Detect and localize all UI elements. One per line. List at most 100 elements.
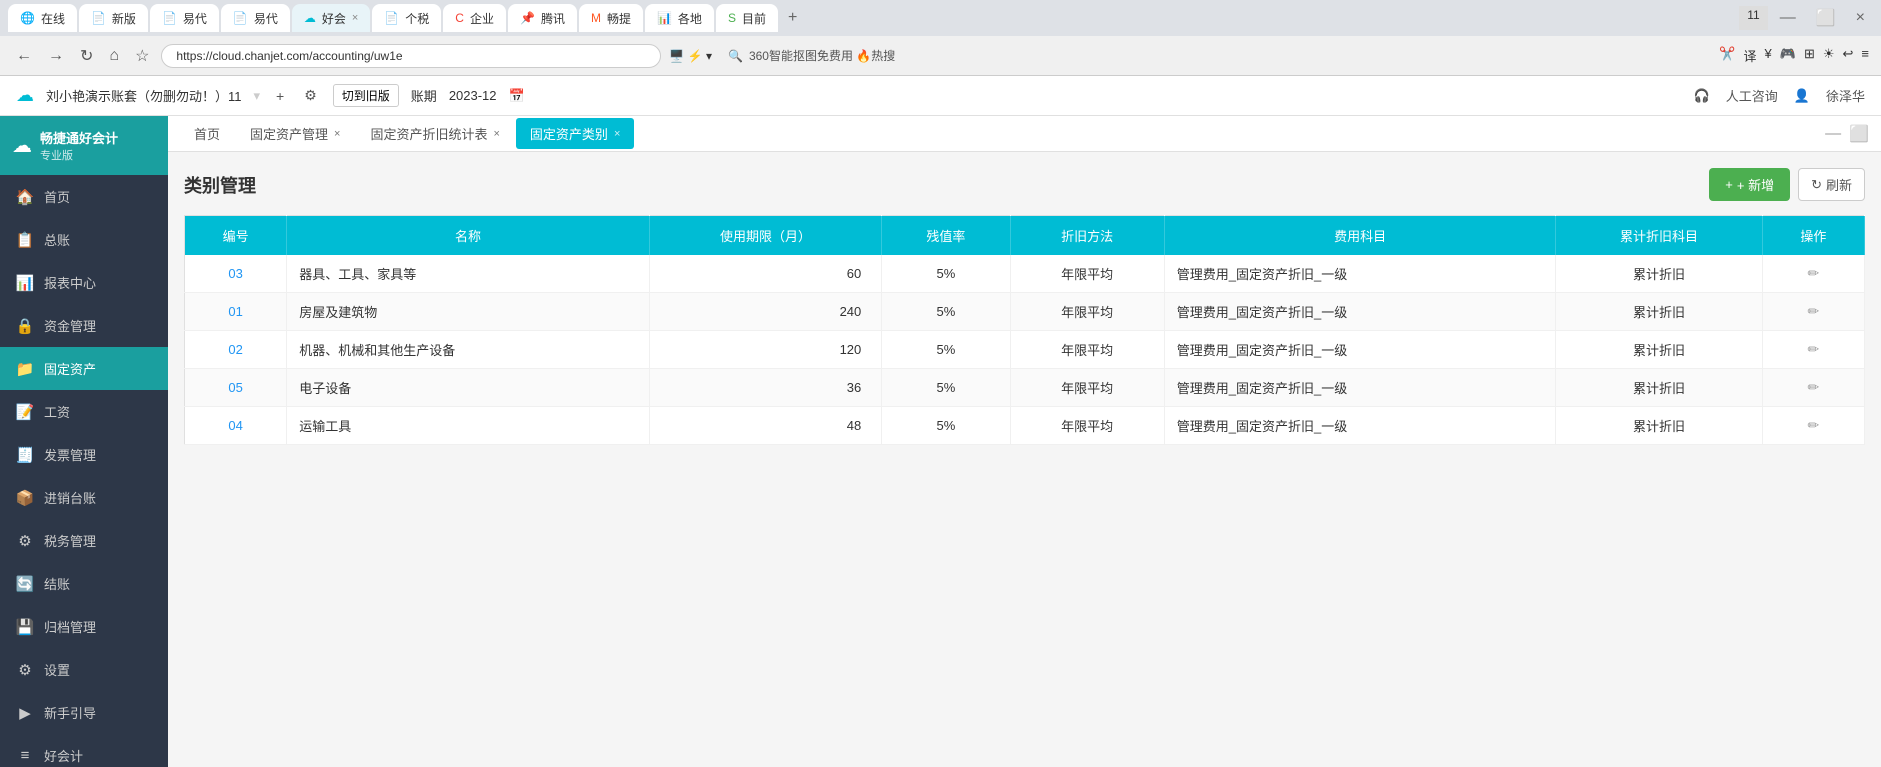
calendar-icon[interactable]: 📅 (509, 88, 525, 104)
browser-tab-yidai1[interactable]: 📄 易代 (150, 4, 219, 32)
sidebar: ☁ 畅捷通好会计 专业版 🏠 首页 📋 总账 📊 报表中心 🔒 资金管理 📁 固… (0, 116, 168, 767)
tab-close-haohui[interactable]: × (352, 12, 358, 24)
refresh-icon: ↻ (1811, 177, 1822, 193)
edit-icon-3[interactable]: ✏ (1808, 379, 1820, 395)
content-minimize-button[interactable]: — (1825, 124, 1841, 144)
sidebar-item-guide[interactable]: ▶ 新手引导 (0, 691, 168, 734)
page-tab-category-close[interactable]: × (614, 128, 620, 140)
customer-service-label[interactable]: 人工咨询 (1726, 86, 1778, 105)
cell-name-2: 机器、机械和其他生产设备 (287, 331, 650, 369)
browser-minimize-button[interactable]: — (1772, 6, 1804, 30)
browser-close-button[interactable]: × (1848, 6, 1873, 30)
archive-icon: 💾 (16, 618, 34, 636)
sidebar-label-settings: 设置 (44, 660, 70, 679)
star-button[interactable]: ☆ (131, 42, 153, 70)
browser-tab-muqian[interactable]: S 目前 (716, 4, 778, 32)
page-tab-fixed-mgmt-close[interactable]: × (334, 128, 340, 140)
table-row: 03 器具、工具、家具等 60 5% 年限平均 管理费用_固定资产折旧_一级 累… (185, 255, 1865, 293)
browser-maximize-button[interactable]: ⬜ (1808, 6, 1844, 30)
tab-count-badge[interactable]: 11 (1739, 6, 1767, 30)
cell-action-1[interactable]: ✏ (1762, 293, 1864, 331)
browser-tab-bar: 🌐 在线 📄 新版 📄 易代 📄 易代 ☁ 好会 × 📄 个税 C 企业 (0, 0, 1881, 36)
sidebar-item-ledger[interactable]: 📋 总账 (0, 218, 168, 261)
cell-accumulated-0: 累计折旧 (1556, 255, 1762, 293)
account-settings-button[interactable]: + (272, 84, 288, 108)
browser-tab-new[interactable]: 📄 新版 (79, 4, 148, 32)
home-button[interactable]: ⌂ (105, 43, 123, 69)
browser-tab-changte[interactable]: M 畅提 (579, 4, 643, 32)
browser-tab-online[interactable]: 🌐 在线 (8, 4, 77, 32)
add-button[interactable]: + + 新增 (1709, 168, 1790, 201)
customer-service-icon: 🎧 (1694, 88, 1710, 104)
browser-tab-gedi[interactable]: 📊 各地 (645, 4, 714, 32)
browser-tab-geshui[interactable]: 📄 个税 (372, 4, 441, 32)
sidebar-item-more[interactable]: ≡ 好会计 (0, 734, 168, 767)
cell-code-4[interactable]: 04 (185, 407, 287, 445)
sidebar-item-stock[interactable]: 📦 进销台账 (0, 476, 168, 519)
search-placeholder: 360智能抠图免费用 🔥热搜 (749, 47, 895, 64)
cell-accumulated-2: 累计折旧 (1556, 331, 1762, 369)
cell-code-2[interactable]: 02 (185, 331, 287, 369)
switch-version-button[interactable]: 切到旧版 (333, 84, 399, 107)
browser-tab-qiye[interactable]: C 企业 (443, 4, 506, 32)
page-tab-fixed-mgmt-label: 固定资产管理 (250, 124, 328, 143)
cell-months-2: 120 (649, 331, 881, 369)
logo-line2: 专业版 (40, 147, 118, 163)
sidebar-item-settings[interactable]: ⚙ 设置 (0, 648, 168, 691)
page-tab-fixed-mgmt[interactable]: 固定资产管理 × (236, 118, 354, 149)
sidebar-item-archive[interactable]: 💾 归档管理 (0, 605, 168, 648)
cell-code-0[interactable]: 03 (185, 255, 287, 293)
cell-code-3[interactable]: 05 (185, 369, 287, 407)
content-maximize-button[interactable]: ⬜ (1849, 124, 1869, 144)
stock-icon: 📦 (16, 489, 34, 507)
settings-icon: ⚙ (16, 661, 34, 679)
sidebar-logo: ☁ 畅捷通好会计 专业版 (0, 116, 168, 175)
address-bar: ← → ↻ ⌂ ☆ 🖥️ ⚡ ▾ 🔍 360智能抠图免费用 🔥热搜 ✂️ 译 ¥… (0, 36, 1881, 76)
page-tab-depreciation[interactable]: 固定资产折旧统计表 × (356, 118, 513, 149)
page-tab-category[interactable]: 固定资产类别 × (516, 118, 634, 149)
browser-tab-haohui[interactable]: ☁ 好会 × (292, 4, 370, 32)
browser-tab-yidai2[interactable]: 📄 易代 (221, 4, 290, 32)
sidebar-item-reports[interactable]: 📊 报表中心 (0, 261, 168, 304)
page-tab-window-controls: — ⬜ (1825, 124, 1869, 144)
undo-icon: ↩ (1843, 46, 1854, 65)
sidebar-item-invoice[interactable]: 🧾 发票管理 (0, 433, 168, 476)
sidebar-item-funds[interactable]: 🔒 资金管理 (0, 304, 168, 347)
sidebar-item-fixed-assets[interactable]: 📁 固定资产 (0, 347, 168, 390)
sidebar-label-archive: 归档管理 (44, 617, 96, 636)
cell-months-3: 36 (649, 369, 881, 407)
cell-months-4: 48 (649, 407, 881, 445)
edit-icon-4[interactable]: ✏ (1808, 417, 1820, 433)
period-value: 2023-12 (449, 88, 497, 103)
search-icon: 🔍 (728, 49, 743, 63)
logo-text: 畅捷通好会计 专业版 (40, 128, 118, 163)
new-tab-button[interactable]: + (782, 7, 803, 29)
browser-tab-tengxun[interactable]: 📌 腾讯 (508, 4, 577, 32)
edit-icon-1[interactable]: ✏ (1808, 303, 1820, 319)
reload-button[interactable]: ↻ (76, 42, 97, 70)
cell-action-0[interactable]: ✏ (1762, 255, 1864, 293)
page-title-row: 类别管理 + + 新增 ↻ 刷新 (184, 168, 1865, 201)
sidebar-item-checkout[interactable]: 🔄 结账 (0, 562, 168, 605)
checkout-icon: 🔄 (16, 575, 34, 593)
page-tab-depreciation-close[interactable]: × (493, 128, 499, 140)
col-header-method: 折旧方法 (1010, 216, 1164, 256)
cell-action-3[interactable]: ✏ (1762, 369, 1864, 407)
address-input[interactable] (161, 44, 661, 68)
page-tab-home[interactable]: 首页 (180, 118, 234, 149)
sidebar-item-home[interactable]: 🏠 首页 (0, 175, 168, 218)
sidebar-item-payroll[interactable]: 📝 工资 (0, 390, 168, 433)
sidebar-label-tax: 税务管理 (44, 531, 96, 550)
edit-icon-0[interactable]: ✏ (1808, 265, 1820, 281)
cell-method-3: 年限平均 (1010, 369, 1164, 407)
cell-action-2[interactable]: ✏ (1762, 331, 1864, 369)
cell-action-4[interactable]: ✏ (1762, 407, 1864, 445)
sidebar-item-tax[interactable]: ⚙ 税务管理 (0, 519, 168, 562)
settings-gear-button[interactable]: ⚙ (300, 83, 321, 108)
refresh-button[interactable]: ↻ 刷新 (1798, 168, 1865, 201)
back-button[interactable]: ← (12, 43, 36, 69)
forward-button[interactable]: → (44, 43, 68, 69)
cell-code-1[interactable]: 01 (185, 293, 287, 331)
cell-expense-4: 管理费用_固定资产折旧_一级 (1164, 407, 1556, 445)
edit-icon-2[interactable]: ✏ (1808, 341, 1820, 357)
